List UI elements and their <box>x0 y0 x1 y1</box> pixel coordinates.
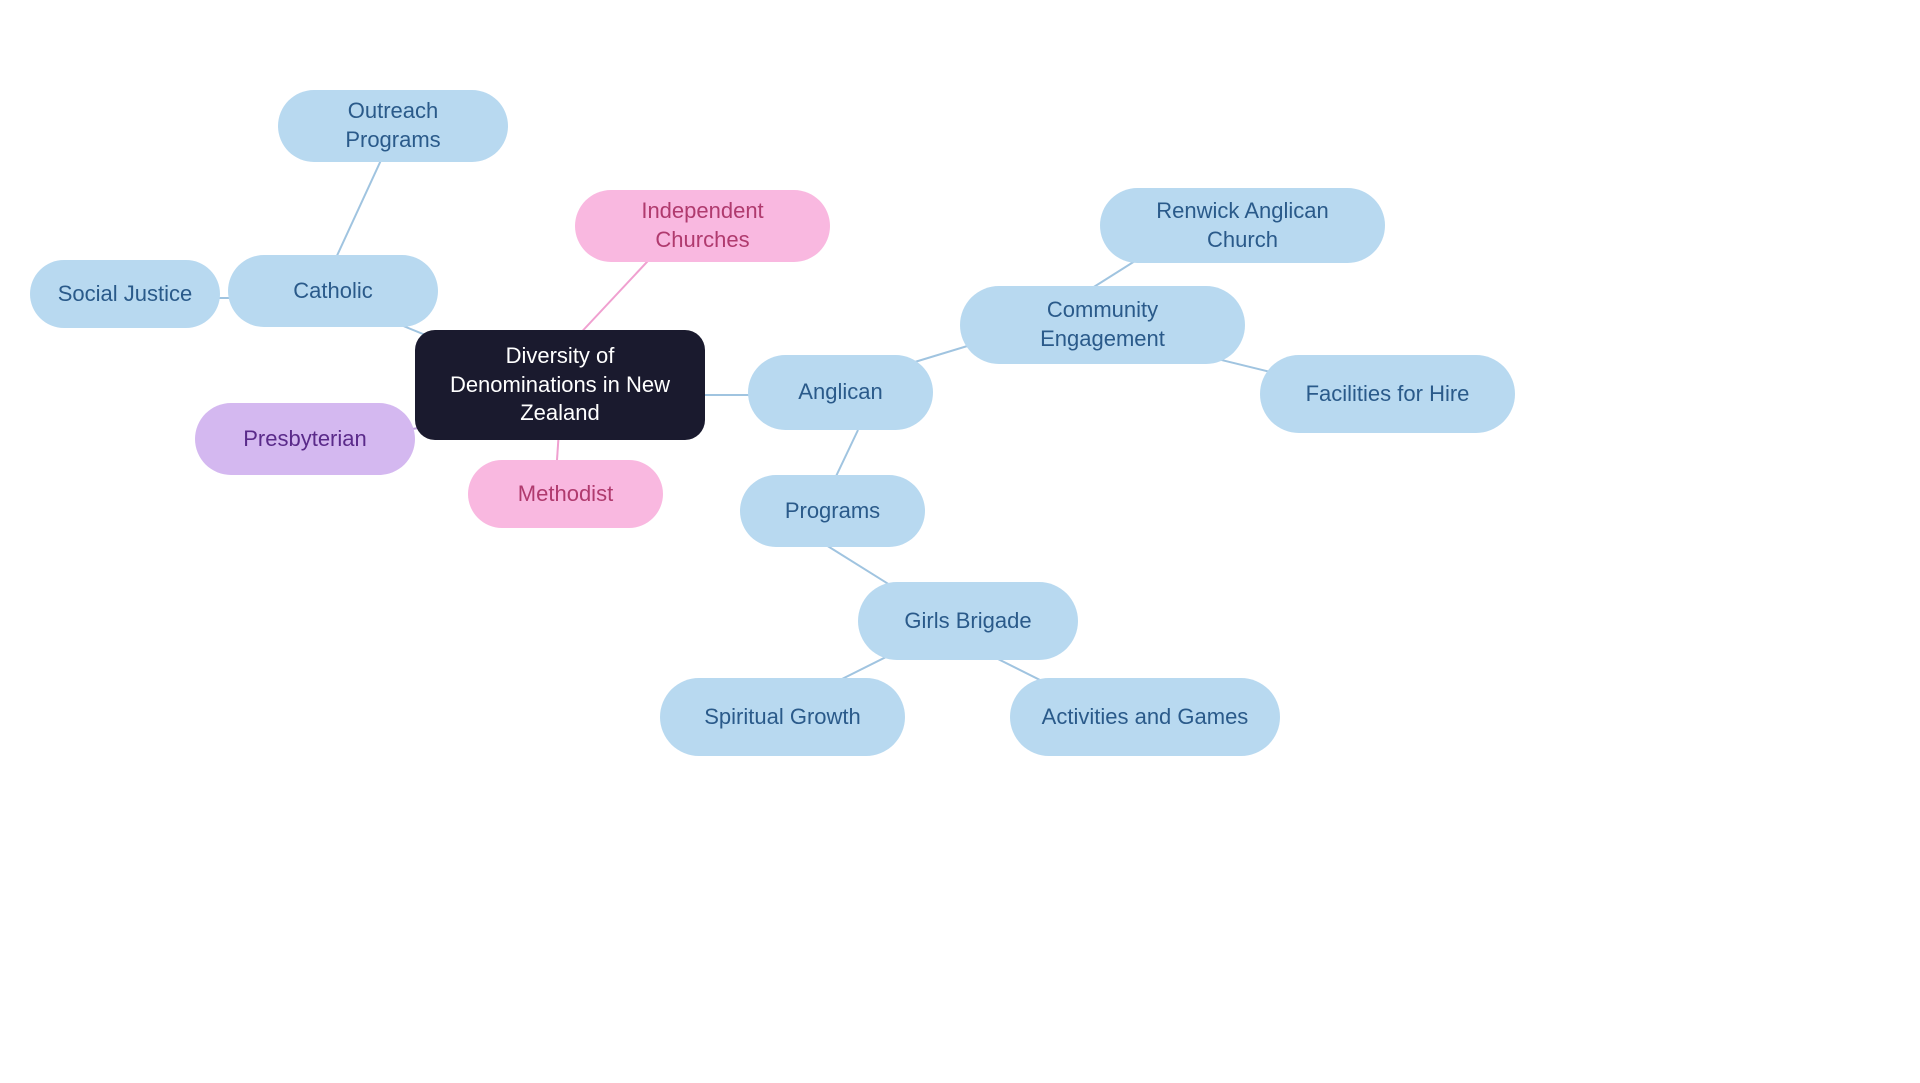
anglican-label: Anglican <box>798 378 882 407</box>
spiritual-node[interactable]: Spiritual Growth <box>660 678 905 756</box>
outreach-label: Outreach Programs <box>300 97 486 154</box>
anglican-node[interactable]: Anglican <box>748 355 933 430</box>
outreach-node[interactable]: Outreach Programs <box>278 90 508 162</box>
spiritual-label: Spiritual Growth <box>704 703 861 732</box>
methodist-label: Methodist <box>518 480 613 509</box>
presbyterian-node[interactable]: Presbyterian <box>195 403 415 475</box>
catholic-label: Catholic <box>293 277 372 306</box>
presbyterian-label: Presbyterian <box>243 425 367 454</box>
methodist-node[interactable]: Methodist <box>468 460 663 528</box>
community-label: Community Engagement <box>982 296 1223 353</box>
activities-label: Activities and Games <box>1042 703 1249 732</box>
renwick-node[interactable]: Renwick Anglican Church <box>1100 188 1385 263</box>
central-node[interactable]: Diversity of Denominations in New Zealan… <box>415 330 705 440</box>
programs-label: Programs <box>785 497 880 526</box>
community-node[interactable]: Community Engagement <box>960 286 1245 364</box>
facilities-node[interactable]: Facilities for Hire <box>1260 355 1515 433</box>
girls-brigade-label: Girls Brigade <box>904 607 1031 636</box>
activities-node[interactable]: Activities and Games <box>1010 678 1280 756</box>
programs-node[interactable]: Programs <box>740 475 925 547</box>
facilities-label: Facilities for Hire <box>1306 380 1470 409</box>
girls-brigade-node[interactable]: Girls Brigade <box>858 582 1078 660</box>
renwick-label: Renwick Anglican Church <box>1122 197 1363 254</box>
social-justice-label: Social Justice <box>58 280 193 309</box>
independent-node[interactable]: Independent Churches <box>575 190 830 262</box>
central-label: Diversity of Denominations in New Zealan… <box>437 342 683 428</box>
independent-label: Independent Churches <box>597 197 808 254</box>
social-justice-node[interactable]: Social Justice <box>30 260 220 328</box>
catholic-node[interactable]: Catholic <box>228 255 438 327</box>
